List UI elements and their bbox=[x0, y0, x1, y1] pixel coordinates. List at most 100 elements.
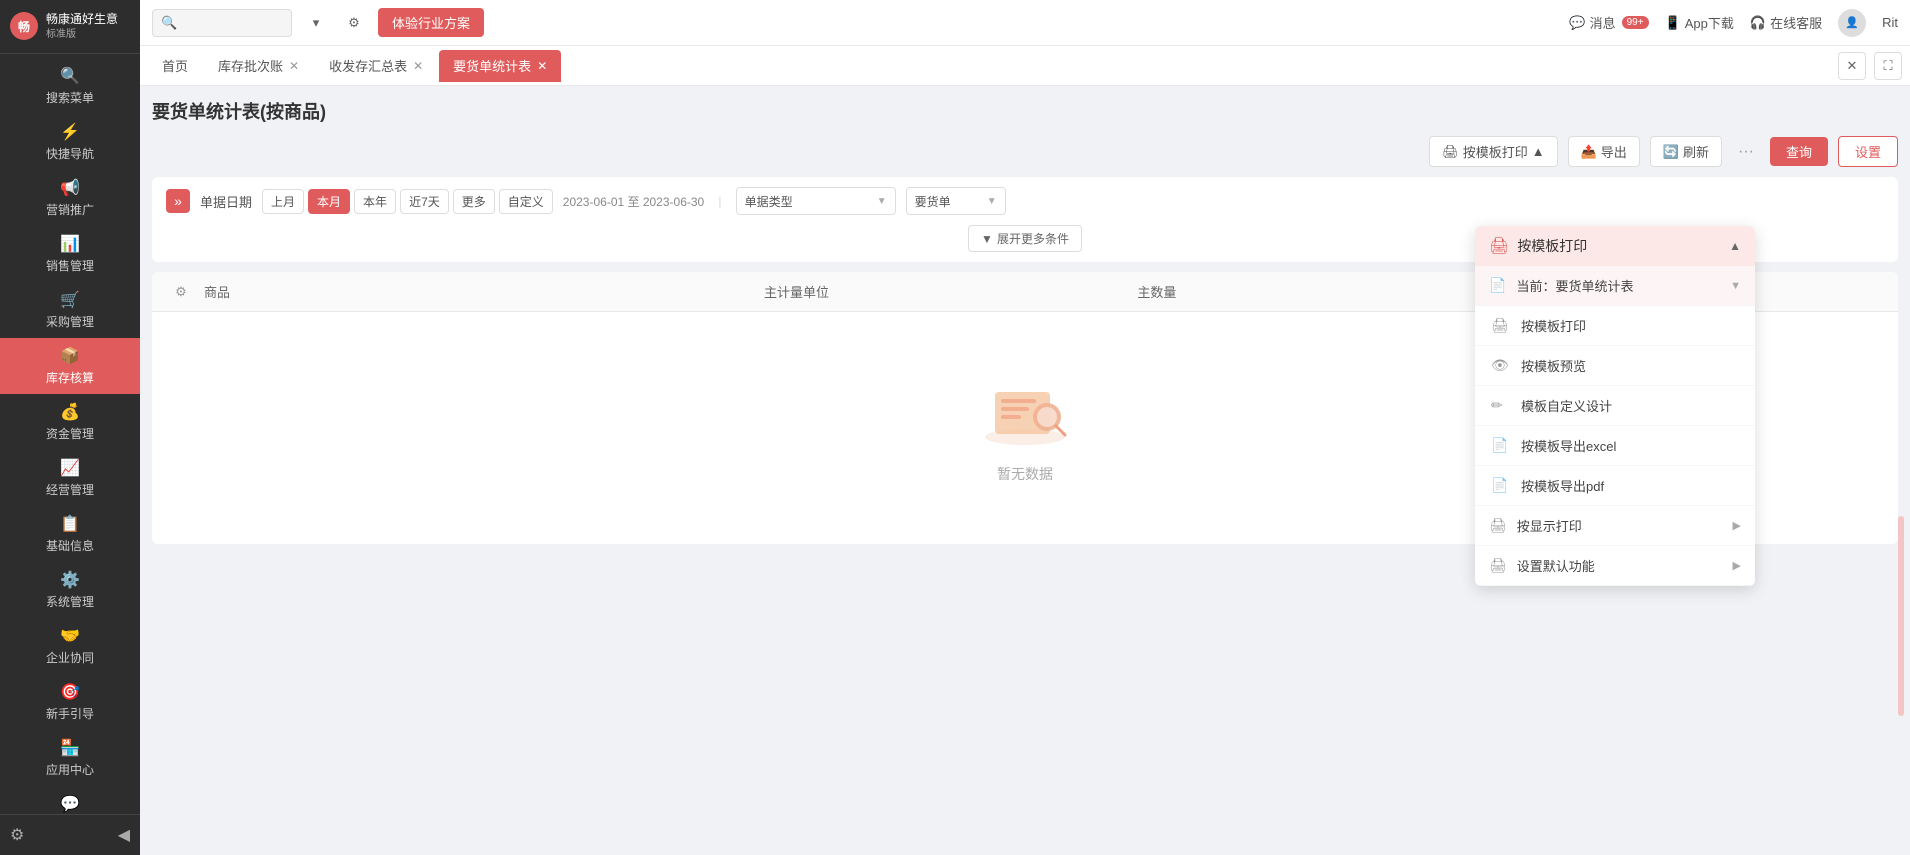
sidebar-item-inventory[interactable]: 📦库存核算 bbox=[0, 338, 140, 394]
dropdown-section-display-print[interactable]: 🖨 按显示打印 ▶ bbox=[1475, 506, 1755, 546]
sidebar-icon-newbie: 🎯 bbox=[60, 682, 80, 702]
online-service-button[interactable]: 🎧 在线客服 bbox=[1750, 13, 1822, 32]
refresh-button[interactable]: 🔄 刷新 bbox=[1650, 136, 1722, 167]
settings-button[interactable]: 设置 bbox=[1838, 136, 1898, 167]
dropdown-item-template-design[interactable]: ✏ 模板自定义设计 bbox=[1475, 386, 1755, 426]
expand-more-button[interactable]: ▼ 展开更多条件 bbox=[968, 225, 1082, 252]
tab-label-home: 首页 bbox=[162, 56, 188, 75]
message-icon: 💬 bbox=[1569, 15, 1585, 31]
dropdown-collapse-icon[interactable]: ▲ bbox=[1729, 239, 1741, 253]
date-filter-label: 单据日期 bbox=[200, 192, 252, 211]
search-box[interactable]: 🔍 bbox=[152, 9, 292, 37]
print-dropdown-icon: 🖨 bbox=[1489, 236, 1509, 256]
sidebar-label-purchase: 采购管理 bbox=[46, 313, 94, 330]
topbar-gear-icon[interactable]: ⚙ bbox=[340, 9, 368, 37]
date-btn-5[interactable]: 自定义 bbox=[499, 189, 553, 214]
tab-close-order[interactable]: ✕ bbox=[537, 59, 547, 73]
date-btn-2[interactable]: 本年 bbox=[354, 189, 396, 214]
dropdown-title: 🖨 按模板打印 bbox=[1489, 236, 1587, 256]
tab-close-batch[interactable]: ✕ bbox=[289, 59, 299, 73]
app-download-button[interactable]: 📱 App下载 bbox=[1665, 13, 1734, 32]
extra-filter-select[interactable]: 要货单 ▼ bbox=[906, 187, 1006, 215]
filter-expand-button[interactable]: » bbox=[166, 189, 190, 213]
table-header-unit: 主计量单位 bbox=[764, 282, 1137, 301]
date-options: 上月本月本年近7天更多自定义 bbox=[262, 189, 553, 214]
query-button[interactable]: 查询 bbox=[1770, 137, 1828, 166]
more-actions-icon[interactable]: ··· bbox=[1732, 143, 1760, 161]
sidebar-label-appCenter: 应用中心 bbox=[46, 761, 94, 778]
dropdown-label-template-design: 模板自定义设计 bbox=[1521, 396, 1612, 415]
section-arrow-set-default: ▶ bbox=[1733, 559, 1741, 572]
table-column-settings-icon[interactable]: ⚙ bbox=[166, 284, 196, 300]
date-btn-0[interactable]: 上月 bbox=[262, 189, 304, 214]
sidebar-item-marketing[interactable]: 📢营销推广 bbox=[0, 170, 140, 226]
dropdown-item-template-print[interactable]: 🖨按模板打印 bbox=[1475, 306, 1755, 346]
topbar-dropdown-arrow[interactable]: ▾ bbox=[302, 9, 330, 37]
sidebar: 畅 畅康通好生意 标准版 🔍搜索菜单⚡快捷导航📢营销推广📊销售管理🛒采购管理📦库… bbox=[0, 0, 140, 855]
tab-label-collection: 收发存汇总表 bbox=[329, 56, 407, 75]
tab-order[interactable]: 要货单统计表✕ bbox=[439, 50, 561, 82]
document-type-select[interactable]: 单据类型 ▼ bbox=[736, 187, 896, 215]
dropdown-label-template-pdf: 按模板导出pdf bbox=[1521, 476, 1604, 495]
trial-button[interactable]: 体验行业方案 bbox=[378, 8, 484, 37]
sidebar-item-system[interactable]: ⚙️系统管理 bbox=[0, 562, 140, 618]
close-tab-icon[interactable]: ✕ bbox=[1838, 52, 1866, 80]
sidebar-icon-wechat: 💬 bbox=[60, 794, 80, 814]
sidebar-icon-system: ⚙️ bbox=[60, 570, 80, 590]
date-btn-4[interactable]: 更多 bbox=[453, 189, 495, 214]
filter-row: » 单据日期 上月本月本年近7天更多自定义 2023-06-01 至 2023-… bbox=[166, 187, 1884, 215]
sidebar-item-finance[interactable]: 💰资金管理 bbox=[0, 394, 140, 450]
dropdown-label-template-preview: 按模板预览 bbox=[1521, 356, 1586, 375]
sidebar-item-purchase[interactable]: 🛒采购管理 bbox=[0, 282, 140, 338]
select-arrow-icon: ▼ bbox=[877, 196, 887, 207]
scrollbar-indicator[interactable] bbox=[1898, 516, 1904, 716]
collapse-sidebar-icon[interactable]: ◀ bbox=[118, 825, 130, 845]
sidebar-icon-appCenter: 🏪 bbox=[60, 738, 80, 758]
search-input[interactable] bbox=[181, 16, 283, 30]
sidebar-icon-shortcut: ⚡ bbox=[60, 122, 80, 142]
table-header-qty: 主数量 bbox=[1137, 282, 1510, 301]
extra-select-arrow-icon: ▼ bbox=[987, 196, 997, 207]
topbar-right: 💬 消息 99+ 📱 App下载 🎧 在线客服 👤 Rit bbox=[1569, 9, 1898, 37]
tab-collection[interactable]: 收发存汇总表 ✕ bbox=[315, 50, 437, 82]
settings-footer-icon[interactable]: ⚙ bbox=[10, 825, 24, 845]
section-left-display-print: 🖨 按显示打印 bbox=[1489, 516, 1582, 535]
sidebar-item-search[interactable]: 🔍搜索菜单 bbox=[0, 58, 140, 114]
sidebar-item-enterprise[interactable]: 🤝企业协同 bbox=[0, 618, 140, 674]
sidebar-item-wechat[interactable]: 💬企业微信 bbox=[0, 786, 140, 814]
page-content: 要货单统计表(按商品) 🖨 按模板打印 ▲ 📤 导出 🔄 刷新 ··· 查询 设… bbox=[140, 86, 1910, 855]
dropdown-icon-template-preview: 👁 bbox=[1491, 357, 1511, 374]
sidebar-label-sales: 销售管理 bbox=[46, 257, 94, 274]
sidebar-item-operation[interactable]: 📈经营管理 bbox=[0, 450, 140, 506]
sidebar-item-sales[interactable]: 📊销售管理 bbox=[0, 226, 140, 282]
tab-batch[interactable]: 库存批次账✕ bbox=[204, 50, 313, 82]
dropdown-item-template-pdf[interactable]: 📄按模板导出pdf bbox=[1475, 466, 1755, 506]
date-btn-3[interactable]: 近7天 bbox=[400, 189, 449, 214]
app-logo: 畅 畅康通好生意 标准版 bbox=[0, 0, 140, 54]
date-btn-1[interactable]: 本月 bbox=[308, 189, 350, 214]
sidebar-item-shortcut[interactable]: ⚡快捷导航 bbox=[0, 114, 140, 170]
dropdown-item-template-preview[interactable]: 👁 按模板预览 bbox=[1475, 346, 1755, 386]
maximize-icon[interactable]: ⛶ bbox=[1874, 52, 1902, 80]
dropdown-item-template-excel[interactable]: 📄按模板导出excel bbox=[1475, 426, 1755, 466]
app-name-text: 畅康通好生意 标准版 bbox=[46, 12, 118, 41]
dropdown-section-set-default[interactable]: 🖨 设置默认功能 ▶ bbox=[1475, 546, 1755, 586]
print-arrow-icon: ▲ bbox=[1532, 144, 1545, 159]
sidebar-item-basic[interactable]: 📋基础信息 bbox=[0, 506, 140, 562]
sidebar-icon-inventory: 📦 bbox=[60, 346, 80, 366]
sidebar-item-appCenter[interactable]: 🏪 应用中心 bbox=[0, 730, 140, 786]
topbar: 🔍 ▾ ⚙ 体验行业方案 💬 消息 99+ 📱 App下载 🎧 在线客服 👤 R… bbox=[140, 0, 1910, 46]
dropdown-icon-template-design: ✏ bbox=[1491, 397, 1511, 414]
username-label[interactable]: Rit bbox=[1882, 15, 1898, 30]
dropdown-current-item[interactable]: 📄 当前：要货单统计表 ▼ bbox=[1475, 266, 1755, 306]
sidebar-label-basic: 基础信息 bbox=[46, 537, 94, 554]
sidebar-label-enterprise: 企业协同 bbox=[46, 649, 94, 666]
print-button[interactable]: 🖨 按模板打印 ▲ bbox=[1429, 136, 1557, 167]
section-left-set-default: 🖨 设置默认功能 bbox=[1489, 556, 1595, 575]
export-button[interactable]: 📤 导出 bbox=[1568, 136, 1640, 167]
user-avatar[interactable]: 👤 bbox=[1838, 9, 1866, 37]
tab-close-collection[interactable]: ✕ bbox=[413, 59, 423, 73]
sidebar-item-newbie[interactable]: 🎯新手引导 bbox=[0, 674, 140, 730]
message-button[interactable]: 💬 消息 99+ bbox=[1569, 13, 1648, 32]
tab-home[interactable]: 首页 bbox=[148, 50, 202, 82]
